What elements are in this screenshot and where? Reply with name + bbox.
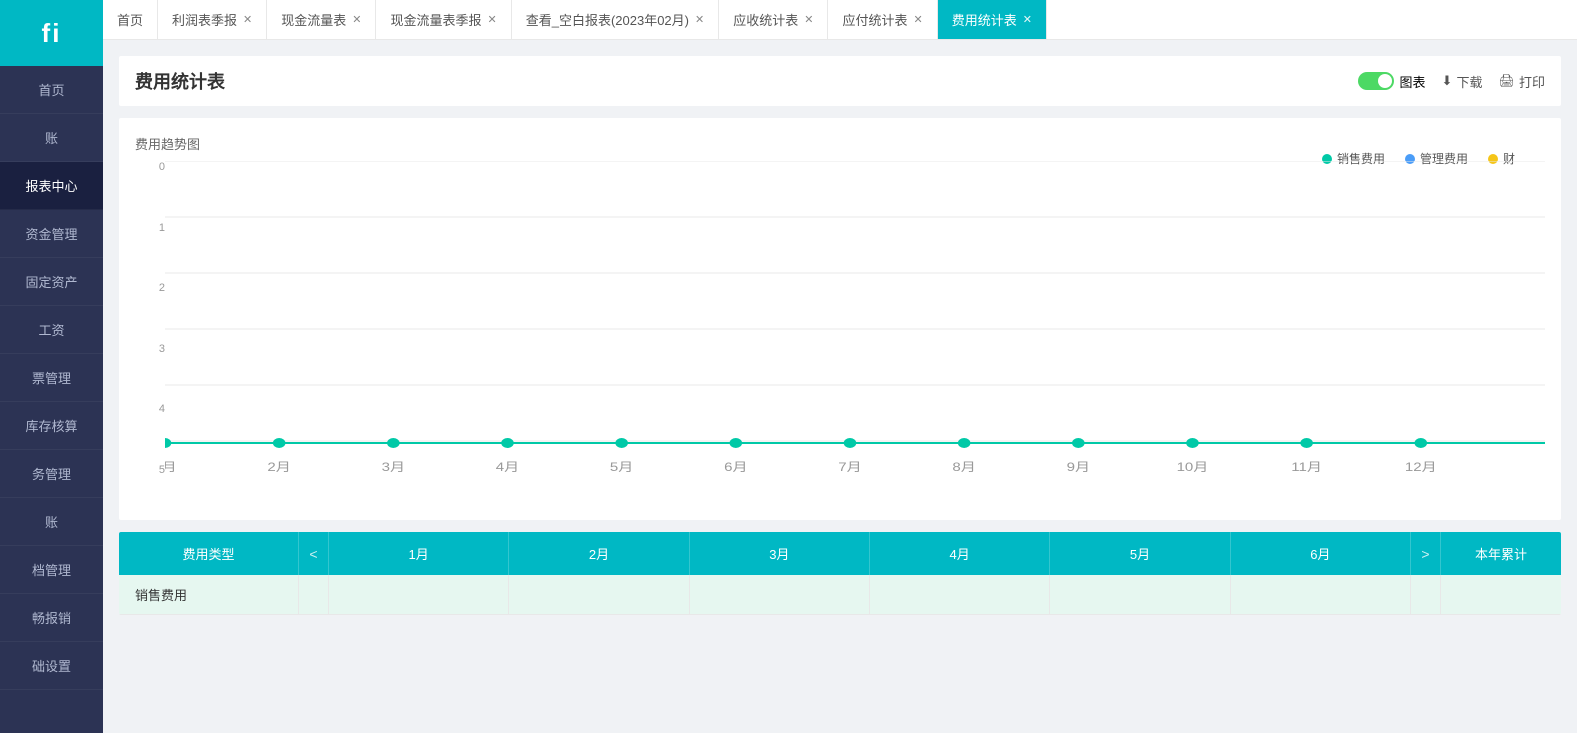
- td-sales-m3: [690, 575, 870, 614]
- th-total: 本年累计: [1441, 532, 1561, 575]
- svg-text:6月: 6月: [724, 460, 747, 473]
- sidebar-item-tickets[interactable]: 票管理: [0, 354, 103, 402]
- page-content: 费用统计表 图表 ⬇ 下载 🖨 打印 费用趋势图: [103, 40, 1577, 733]
- sidebar-item-home[interactable]: 首页: [0, 66, 103, 114]
- th-month-3: 3月: [690, 532, 870, 575]
- svg-text:8月: 8月: [952, 460, 975, 473]
- close-tab-cashflow[interactable]: ✕: [352, 13, 361, 26]
- y-axis: 5 4 3 2 1 0: [135, 161, 165, 504]
- sidebar-item-services[interactable]: 务管理: [0, 450, 103, 498]
- tab-blank-report[interactable]: 查看_空白报表(2023年02月) ✕: [512, 0, 720, 40]
- y-label-5: 5: [135, 464, 165, 476]
- close-tab-receivable[interactable]: ✕: [804, 13, 813, 26]
- sidebar-item-returns[interactable]: 畅报销: [0, 594, 103, 642]
- svg-text:1月: 1月: [165, 460, 177, 473]
- svg-text:2月: 2月: [267, 460, 290, 473]
- th-month-4: 4月: [870, 532, 1050, 575]
- svg-text:11月: 11月: [1291, 460, 1322, 473]
- tab-receivable[interactable]: 应收统计表 ✕: [719, 0, 828, 40]
- y-label-0: 0: [135, 161, 165, 173]
- sidebar-item-archives[interactable]: 档管理: [0, 546, 103, 594]
- chart-toggle[interactable]: [1358, 72, 1394, 90]
- th-month-6: 6月: [1231, 532, 1411, 575]
- sidebar-item-funds[interactable]: 资金管理: [0, 210, 103, 258]
- expense-table: 费用类型 < 1月 2月 3月 4月 5月 6月 > 本年累计 销售费用: [119, 532, 1561, 615]
- chart-area: 1月 2月 3月 4月 5月 6月 7月 8月 9月 10月 11月 12月: [165, 161, 1545, 504]
- prev-month-button[interactable]: <: [307, 546, 319, 562]
- sidebar-item-salary[interactable]: 工资: [0, 306, 103, 354]
- chart-section: 费用趋势图 销售费用 管理费用 财: [119, 118, 1561, 520]
- tab-expense[interactable]: 费用统计表 ✕: [938, 0, 1047, 40]
- td-spacer-prev: [299, 575, 329, 614]
- td-sales-m2: [509, 575, 689, 614]
- table-header: 费用类型 < 1月 2月 3月 4月 5月 6月 > 本年累计: [119, 532, 1561, 575]
- sidebar-logo: fi: [0, 0, 103, 66]
- header-actions: 图表 ⬇ 下载 🖨 打印: [1358, 72, 1545, 91]
- y-label-3: 3: [135, 343, 165, 355]
- th-nav-prev[interactable]: <: [299, 532, 329, 575]
- sidebar-item-reports[interactable]: 报表中心: [0, 162, 103, 210]
- td-sales-m5: [1050, 575, 1230, 614]
- chart-svg: 1月 2月 3月 4月 5月 6月 7月 8月 9月 10月 11月 12月: [165, 161, 1545, 501]
- toggle-label: 图表: [1400, 72, 1426, 91]
- main-area: 首页 利润表季报 ✕ 现金流量表 ✕ 现金流量表季报 ✕ 查看_空白报表(202…: [103, 0, 1577, 733]
- tab-profit[interactable]: 利润表季报 ✕: [158, 0, 267, 40]
- sidebar: fi 首页 账 报表中心 资金管理 固定资产 工资 票管理 库存核算 务管理 账…: [0, 0, 103, 733]
- tab-cashflow-q[interactable]: 现金流量表季报 ✕: [376, 0, 511, 40]
- page-title: 费用统计表: [135, 68, 225, 94]
- svg-text:5月: 5月: [610, 460, 633, 473]
- svg-text:7月: 7月: [838, 460, 861, 473]
- sidebar-item-assets[interactable]: 固定资产: [0, 258, 103, 306]
- sidebar-item-settings[interactable]: 础设置: [0, 642, 103, 690]
- td-sales-m6: [1231, 575, 1411, 614]
- print-icon: 🖨: [1498, 73, 1515, 89]
- sidebar-item-ledger[interactable]: 账: [0, 114, 103, 162]
- print-button[interactable]: 🖨 打印: [1498, 72, 1545, 91]
- close-tab-payable[interactable]: ✕: [913, 13, 922, 26]
- chart-wrapper: 5 4 3 2 1 0: [135, 161, 1545, 504]
- y-label-4: 4: [135, 403, 165, 415]
- th-month-2: 2月: [509, 532, 689, 575]
- close-tab-profit[interactable]: ✕: [243, 13, 252, 26]
- y-label-2: 2: [135, 282, 165, 294]
- download-button[interactable]: ⬇ 下载: [1442, 72, 1483, 91]
- th-month-5: 5月: [1050, 532, 1230, 575]
- th-type: 费用类型: [119, 532, 299, 575]
- th-month-1: 1月: [329, 532, 509, 575]
- close-tab-cashflow-q[interactable]: ✕: [488, 13, 497, 26]
- next-month-button[interactable]: >: [1419, 546, 1431, 562]
- y-label-1: 1: [135, 222, 165, 234]
- td-type-sales: 销售费用: [119, 575, 299, 614]
- td-sales-m4: [870, 575, 1050, 614]
- tab-bar: 首页 利润表季报 ✕ 现金流量表 ✕ 现金流量表季报 ✕ 查看_空白报表(202…: [103, 0, 1577, 40]
- svg-text:3月: 3月: [382, 460, 405, 473]
- download-icon: ⬇: [1442, 73, 1453, 89]
- close-tab-blank-report[interactable]: ✕: [695, 13, 704, 26]
- tab-payable[interactable]: 应付统计表 ✕: [828, 0, 937, 40]
- close-tab-expense[interactable]: ✕: [1023, 13, 1032, 26]
- td-sales-total: [1441, 575, 1561, 614]
- chart-toggle-wrap: 图表: [1358, 72, 1426, 91]
- td-sales-m1: [329, 575, 509, 614]
- sidebar-item-accounts[interactable]: 账: [0, 498, 103, 546]
- th-nav-next[interactable]: >: [1411, 532, 1441, 575]
- svg-text:4月: 4月: [496, 460, 519, 473]
- sidebar-item-inventory[interactable]: 库存核算: [0, 402, 103, 450]
- table-row: 销售费用: [119, 575, 1561, 615]
- svg-text:12月: 12月: [1405, 460, 1437, 473]
- svg-text:9月: 9月: [1067, 460, 1090, 473]
- svg-text:10月: 10月: [1177, 460, 1209, 473]
- tab-cashflow[interactable]: 现金流量表 ✕: [267, 0, 376, 40]
- td-spacer-next: [1411, 575, 1441, 614]
- tab-home[interactable]: 首页: [103, 0, 158, 40]
- page-header: 费用统计表 图表 ⬇ 下载 🖨 打印: [119, 56, 1561, 106]
